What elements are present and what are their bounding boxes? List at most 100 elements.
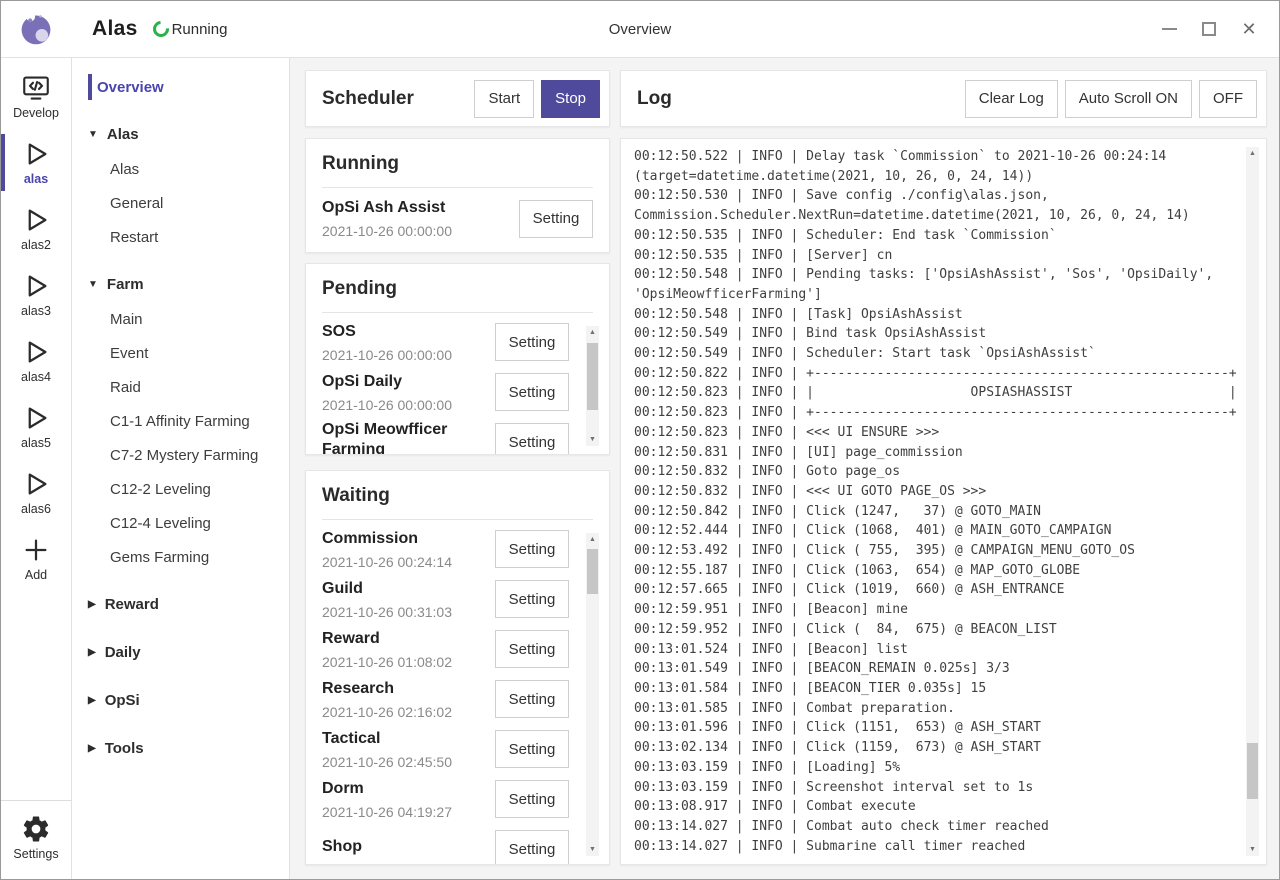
scroll-thumb[interactable] [1247,743,1258,800]
setting-button[interactable]: Setting [495,530,569,568]
nav-group-opsi[interactable]: ▶ OpSi [72,682,289,718]
task-row: OpSi Ash Assist2021-10-26 00:00:00Settin… [322,188,593,239]
clear-log-button[interactable]: Clear Log [965,80,1058,118]
sidebar-item-alas4[interactable]: alas4 [1,332,71,389]
sidebar-item-alas[interactable]: alas [1,134,71,191]
sidebar-item-alas5[interactable]: alas5 [1,398,71,455]
scroll-down-arrow[interactable]: ▼ [586,433,599,446]
maximize-button[interactable] [1195,15,1223,43]
nav-item-main[interactable]: Main [72,302,289,336]
setting-button[interactable]: Setting [495,780,569,818]
scroll-up-arrow[interactable]: ▲ [1246,147,1259,160]
setting-button[interactable]: Setting [495,630,569,668]
minimize-button[interactable] [1155,15,1183,43]
waiting-title: Waiting [322,485,593,507]
nav-group-farm[interactable]: ▼Farm [72,266,289,302]
scheduler-column: Scheduler Start Stop Running OpSi Ash As… [305,70,610,865]
log-column: Log Clear Log Auto Scroll ON OFF 00:12:5… [620,70,1267,865]
task-row: Dorm2021-10-26 04:19:27Setting [322,770,569,820]
scroll-down-arrow[interactable]: ▼ [586,843,599,856]
scheduler-status-text: Running [172,21,228,38]
nav-item-label: Gems Farming [110,549,209,566]
scroll-up-arrow[interactable]: ▲ [586,326,599,339]
setting-button[interactable]: Setting [495,730,569,768]
auto-scroll-off-button[interactable]: OFF [1199,80,1257,118]
nav-group-alas[interactable]: ▼Alas [72,116,289,152]
sidebar-item-add[interactable]: Add [1,530,71,587]
nav-item-alas[interactable]: Alas [72,152,289,186]
play-icon [21,469,51,499]
setting-button[interactable]: Setting [495,830,569,864]
sidebar-item-develop[interactable]: Develop [1,68,71,125]
setting-button[interactable]: Setting [495,680,569,718]
nav-group-reward[interactable]: ▶Reward [72,586,289,622]
nav-item-restart[interactable]: Restart [72,220,289,254]
content-area: Developalasalas2alas3alas4alas5alas6Add … [1,58,1279,879]
log-line: 00:12:50.823 | INFO | +-----------------… [634,403,1236,423]
nav-item-general[interactable]: General [72,186,289,220]
sidebar-item-settings[interactable]: Settings [1,809,71,866]
task-next-run-time: 2021-10-26 00:31:03 [322,604,485,620]
task-next-run-time: 2021-10-26 04:19:27 [322,804,485,820]
nav-group-tools[interactable]: ▶Tools [72,730,289,766]
stop-button[interactable]: Stop [541,80,600,118]
setting-button[interactable]: Setting [495,580,569,618]
maximize-icon [1202,22,1216,36]
task-row: Commission2021-10-26 00:24:14Setting [322,520,569,570]
log-scrollbar[interactable]: ▲ ▼ [1246,147,1259,856]
task-info: OpSi Daily2021-10-26 00:00:00 [322,372,495,413]
setting-button[interactable]: Setting [495,323,569,361]
scroll-down-arrow[interactable]: ▼ [1246,843,1259,856]
nav-item-c7-2-mystery-farming[interactable]: C7-2 Mystery Farming [72,438,289,472]
nav-item-c12-2-leveling[interactable]: C12-2 Leveling [72,472,289,506]
setting-button[interactable]: Setting [519,200,593,238]
nav-item-gems-farming[interactable]: Gems Farming [72,540,289,574]
auto-scroll-on-button[interactable]: Auto Scroll ON [1065,80,1192,118]
nav-item-raid[interactable]: Raid [72,370,289,404]
log-line: 00:12:59.951 | INFO | [Beacon] mine [634,600,1236,620]
scroll-up-arrow[interactable]: ▲ [586,533,599,546]
pending-scrollbar[interactable]: ▲ ▼ [586,326,599,446]
sidebar-item-alas3[interactable]: alas3 [1,266,71,323]
log-line: 00:12:59.952 | INFO | Click ( 84, 675) @… [634,620,1236,640]
setting-button[interactable]: Setting [495,423,569,454]
nav-item-label: Raid [110,379,141,396]
log-line: 00:13:01.549 | INFO | [BEACON_REMAIN 0.0… [634,659,1236,679]
sidebar-item-alas6[interactable]: alas6 [1,464,71,521]
sidebar-item-label: alas2 [21,238,51,252]
scroll-thumb[interactable] [587,549,598,594]
task-info: Research2021-10-26 02:16:02 [322,679,495,720]
log-line: 00:12:53.492 | INFO | Click ( 755, 395) … [634,541,1236,561]
nav-item-label: Tools [105,740,144,757]
nav-item-label: Event [110,345,148,362]
task-next-run-time: 2021-10-26 00:24:14 [322,554,485,570]
nav-item-event[interactable]: Event [72,336,289,370]
close-button[interactable]: ✕ [1235,15,1263,43]
task-next-run-time: 2021-10-26 02:16:02 [322,704,485,720]
chevron-right-icon: ▶ [88,647,96,658]
sidebar-item-alas2[interactable]: alas2 [1,200,71,257]
task-info: Commission2021-10-26 00:24:14 [322,529,495,570]
instance-sidebar: Developalasalas2alas3alas4alas5alas6Add … [1,58,72,879]
nav-group-daily[interactable]: ▶Daily [72,634,289,670]
start-button[interactable]: Start [474,80,534,118]
scroll-thumb[interactable] [587,343,598,410]
nav-item-label: Main [110,311,143,328]
task-info: Dorm2021-10-26 04:19:27 [322,779,495,820]
setting-button[interactable]: Setting [495,373,569,411]
task-next-run-time: 2021-10-26 02:45:50 [322,754,485,770]
nav-item-c12-4-leveling[interactable]: C12-4 Leveling [72,506,289,540]
play-icon [21,139,51,169]
nav-item-c1-1-affinity-farming[interactable]: C1-1 Affinity Farming [72,404,289,438]
nav-item-label: Alas [110,161,139,178]
task-row: Guild2021-10-26 00:31:03Setting [322,570,569,620]
chevron-right-icon: ▶ [88,695,96,706]
task-row: Reward2021-10-26 01:08:02Setting [322,620,569,670]
task-next-run-time: 2021-10-26 00:00:00 [322,223,509,239]
waiting-scrollbar[interactable]: ▲ ▼ [586,533,599,856]
nav-item-overview[interactable]: Overview [72,70,289,104]
window-controls: ✕ [1155,15,1263,43]
log-line: 00:13:01.585 | INFO | Combat preparation… [634,699,1236,719]
nav-item-label: OpSi [105,692,140,709]
nav-item-label: C1-1 Affinity Farming [110,413,250,430]
